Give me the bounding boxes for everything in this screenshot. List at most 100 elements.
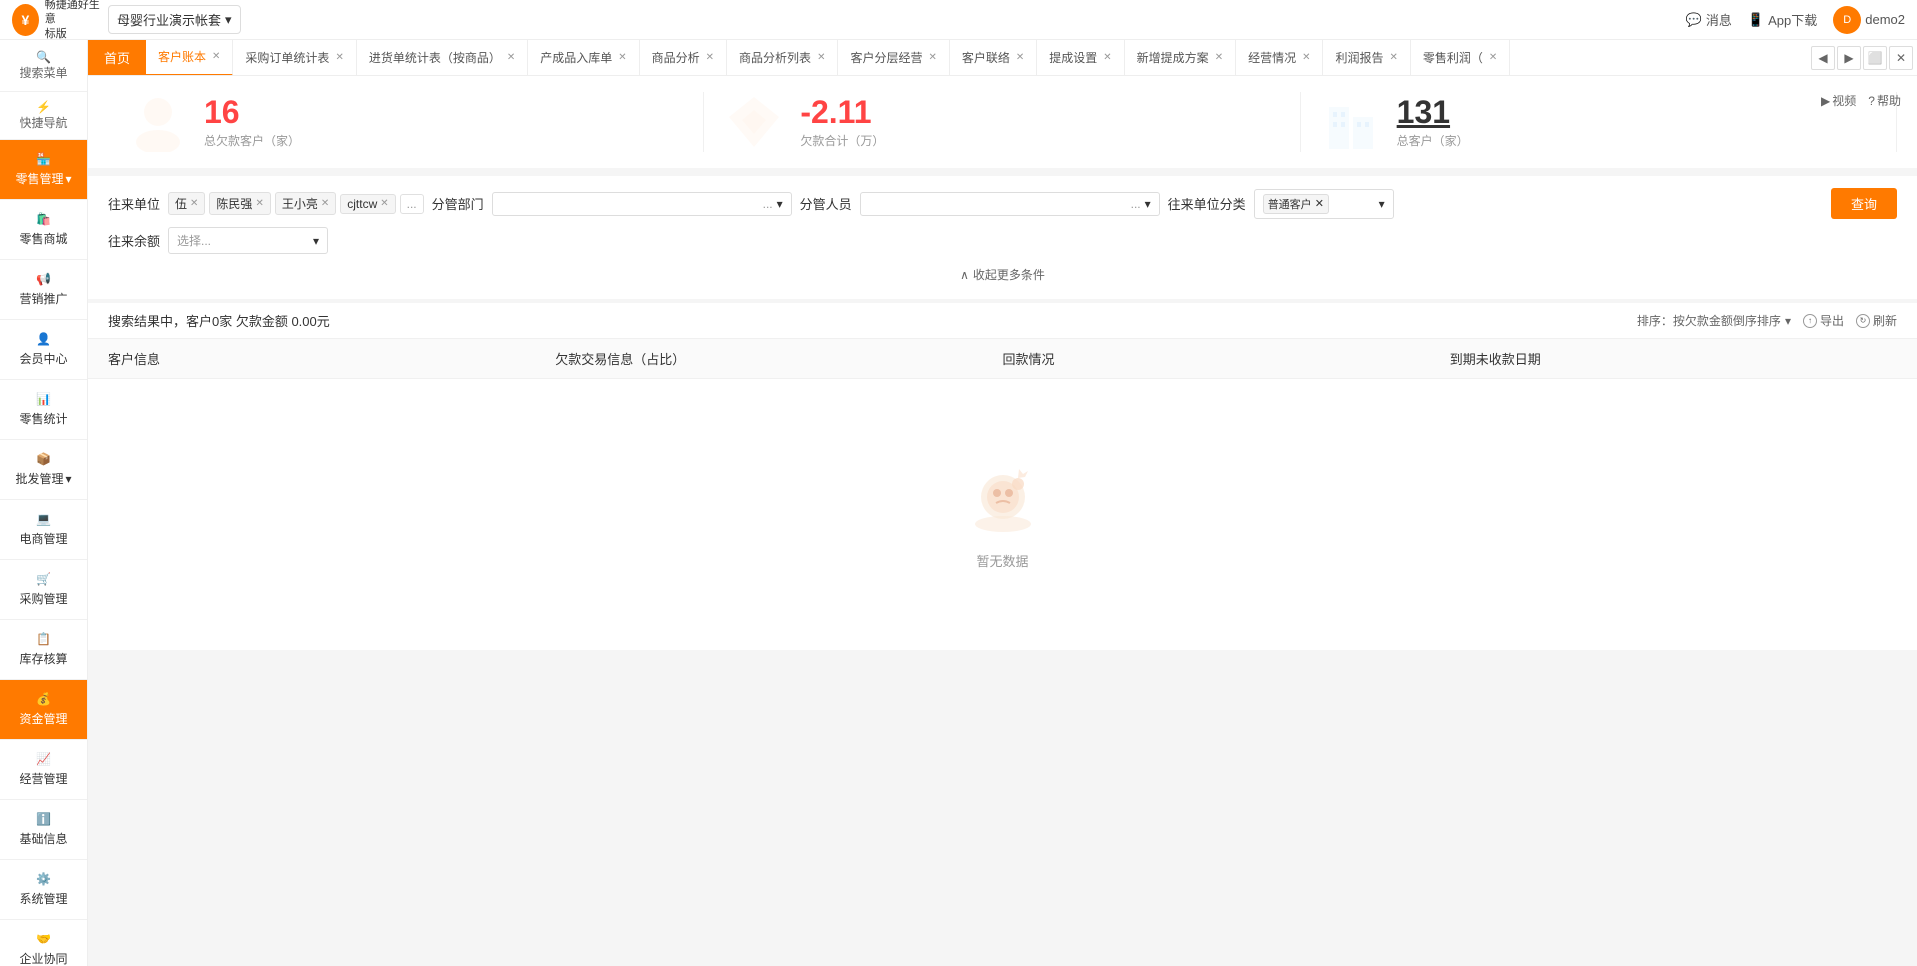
tag-close-icon[interactable]: ✕ — [255, 198, 263, 209]
tab-close-icon[interactable]: ✕ — [1302, 52, 1310, 63]
tab-close-icon[interactable]: ✕ — [1489, 52, 1497, 63]
results-info: 搜索结果中，客户0家 欠款金额 0.00元 排序：按欠款金额倒序排序 ▾ ↑ 导… — [88, 303, 1917, 339]
logo-icon: ¥ — [12, 4, 39, 36]
tab-purchase-stats[interactable]: 进货单统计表（按商品） ✕ — [357, 40, 528, 76]
col-due-date: 到期未收款日期 — [1450, 349, 1897, 368]
sidebar-item-ecommerce[interactable]: 💻 电商管理 — [0, 500, 87, 560]
user-menu[interactable]: D demo2 — [1833, 6, 1905, 34]
stat-total-customers: 16 总欠款客户（家） — [108, 92, 704, 152]
stats-row: 16 总欠款客户（家） -2.11 欠款合计（万） — [88, 76, 1917, 168]
filter-tag-unit-1[interactable]: 伍 ✕ — [168, 192, 205, 215]
empty-state: 暂无数据 — [88, 379, 1917, 650]
diamond-bg-icon — [724, 92, 784, 152]
stat-total-clients-info: 131 总客户（家） — [1397, 96, 1469, 149]
sidebar-item-retail-stats[interactable]: 📊 零售统计 — [0, 380, 87, 440]
logo-text: 畅捷通好生意 标版 — [45, 0, 100, 41]
filter-row-2: 往来余额 选择... ▾ — [108, 227, 1897, 254]
tag-close-icon2[interactable]: ✕ — [1315, 197, 1324, 210]
sidebar-item-purchase[interactable]: 🛒 采购管理 — [0, 560, 87, 620]
logo-area: ¥ 畅捷通好生意 标版 — [12, 0, 100, 41]
table-container: 客户信息 欠款交易信息（占比） 回款情况 到期未收款日期 — [88, 339, 1917, 650]
tab-retail-profit[interactable]: 零售利润（ ✕ — [1411, 40, 1510, 76]
sidebar-item-retail-mgmt[interactable]: 🏪 零售管理 ▾ — [0, 140, 87, 200]
sidebar-item-marketing[interactable]: 📢 营销推广 — [0, 260, 87, 320]
sort-selector[interactable]: 排序：按欠款金额倒序排序 ▾ — [1637, 312, 1791, 329]
tab-close-all[interactable]: ✕ — [1889, 46, 1913, 70]
tab-close-icon[interactable]: ✕ — [212, 51, 220, 62]
tab-profit-report[interactable]: 利润报告 ✕ — [1323, 40, 1410, 76]
filter-tag-unit-3[interactable]: 王小亮 ✕ — [275, 192, 336, 215]
total-clients-value: 131 — [1397, 96, 1469, 128]
message-button[interactable]: 💬 消息 — [1686, 10, 1732, 29]
sidebar-item-member-center[interactable]: 👤 会员中心 — [0, 320, 87, 380]
tag-close-icon[interactable]: ✕ — [190, 198, 198, 209]
total-customers-value: 16 — [204, 96, 300, 128]
search-menu[interactable]: 🔍 搜索菜单 — [0, 40, 87, 92]
tab-close-icon[interactable]: ✕ — [706, 52, 714, 63]
refresh-button[interactable]: ↻ 刷新 — [1856, 312, 1897, 329]
video-link[interactable]: ▶ 视频 — [1821, 92, 1856, 109]
tab-new-reminder[interactable]: 新增提成方案 ✕ — [1125, 40, 1236, 76]
company-selector[interactable]: 母婴行业演示帐套 ▾ — [108, 5, 241, 34]
help-link[interactable]: ? 帮助 — [1868, 92, 1901, 109]
tab-operations-status[interactable]: 经营情况 ✕ — [1236, 40, 1323, 76]
tab-close-icon[interactable]: ✕ — [1016, 52, 1024, 63]
store-icon: 🏪 — [36, 152, 51, 166]
operations-icon: 📈 — [36, 752, 51, 766]
filter-tag-unit-2[interactable]: 陈民强 ✕ — [209, 192, 270, 215]
tab-customer-account[interactable]: 客户账本 ✕ — [146, 40, 233, 76]
tab-product-entry[interactable]: 产成品入库单 ✕ — [528, 40, 639, 76]
sidebar-item-finance[interactable]: 💰 资金管理 — [0, 680, 87, 740]
department-select[interactable]: ... ▾ — [492, 192, 792, 216]
person-label: 分管人员 — [800, 194, 852, 213]
chevron-down-icon3: ▾ — [1145, 197, 1151, 211]
stat-actions: ▶ 视频 ? 帮助 — [1821, 92, 1901, 109]
query-button[interactable]: 查询 — [1831, 188, 1897, 219]
unit-type-select[interactable]: 普通客户 ✕ ▾ — [1254, 189, 1394, 219]
tab-close-icon[interactable]: ✕ — [618, 52, 626, 63]
tab-close-icon[interactable]: ✕ — [1390, 52, 1398, 63]
tab-close-icon[interactable]: ✕ — [335, 52, 343, 63]
chevron-down-icon6: ▾ — [1785, 314, 1791, 328]
tab-close-icon[interactable]: ✕ — [1103, 52, 1111, 63]
tab-reminder-settings[interactable]: 提成设置 ✕ — [1037, 40, 1124, 76]
tab-close-icon[interactable]: ✕ — [817, 52, 825, 63]
export-button[interactable]: ↑ 导出 — [1803, 312, 1844, 329]
sidebar-item-operations[interactable]: 📈 经营管理 — [0, 740, 87, 800]
tab-product-analysis[interactable]: 商品分析 ✕ — [640, 40, 727, 76]
sidebar-item-enterprise[interactable]: 🤝 企业协同 — [0, 920, 87, 966]
table-header: 客户信息 欠款交易信息（占比） 回款情况 到期未收款日期 — [88, 339, 1917, 379]
search-icon: 🔍 — [36, 50, 51, 64]
app-download-button[interactable]: 📱 App下载 — [1748, 10, 1817, 29]
sidebar-item-inventory[interactable]: 📋 库存核算 — [0, 620, 87, 680]
tag-close-icon[interactable]: ✕ — [321, 198, 329, 209]
batch-icon: 📦 — [36, 452, 51, 466]
balance-select[interactable]: 选择... ▾ — [168, 227, 328, 254]
tab-scroll-left[interactable]: ◀ — [1811, 46, 1835, 70]
filter-area: 往来单位 伍 ✕ 陈民强 ✕ 王小亮 ✕ — [88, 176, 1917, 299]
tab-purchase-order[interactable]: 采购订单统计表 ✕ — [233, 40, 356, 76]
quick-nav[interactable]: ⚡ 快捷导航 — [0, 92, 87, 140]
tab-scroll-right[interactable]: ▶ — [1837, 46, 1861, 70]
unit-filter-label: 往来单位 — [108, 194, 160, 213]
sidebar-item-retail-mall[interactable]: 🛍️ 零售商城 — [0, 200, 87, 260]
tab-home[interactable]: 首页 — [88, 40, 146, 76]
person-select[interactable]: ... ▾ — [860, 192, 1160, 216]
tab-product-analysis-list[interactable]: 商品分析列表 ✕ — [727, 40, 838, 76]
nav-icon: ⚡ — [36, 100, 51, 114]
sidebar-item-basic-info[interactable]: ℹ️ 基础信息 — [0, 800, 87, 860]
tag-close-icon[interactable]: ✕ — [380, 198, 388, 209]
tab-close-icon[interactable]: ✕ — [928, 52, 936, 63]
filter-more-btn[interactable]: ... — [400, 194, 424, 214]
sidebar-item-batch-mgmt[interactable]: 📦 批发管理 ▾ — [0, 440, 87, 500]
collapse-button[interactable]: ∧ 收起更多条件 — [960, 266, 1045, 283]
tab-maximize[interactable]: ⬜ — [1863, 46, 1887, 70]
filter-tag-unit-4[interactable]: cjttcw ✕ — [340, 194, 395, 214]
building-bg-icon — [1321, 92, 1381, 152]
tab-close-icon[interactable]: ✕ — [507, 52, 515, 63]
tab-customer-segment[interactable]: 客户分层经营 ✕ — [838, 40, 949, 76]
tab-close-icon[interactable]: ✕ — [1215, 52, 1223, 63]
sidebar-item-system[interactable]: ⚙️ 系统管理 — [0, 860, 87, 920]
tab-bar: 首页 客户账本 ✕ 采购订单统计表 ✕ 进货单统计表（按商品） ✕ 产成品入库单… — [88, 40, 1917, 76]
tab-customer-contact[interactable]: 客户联络 ✕ — [950, 40, 1037, 76]
